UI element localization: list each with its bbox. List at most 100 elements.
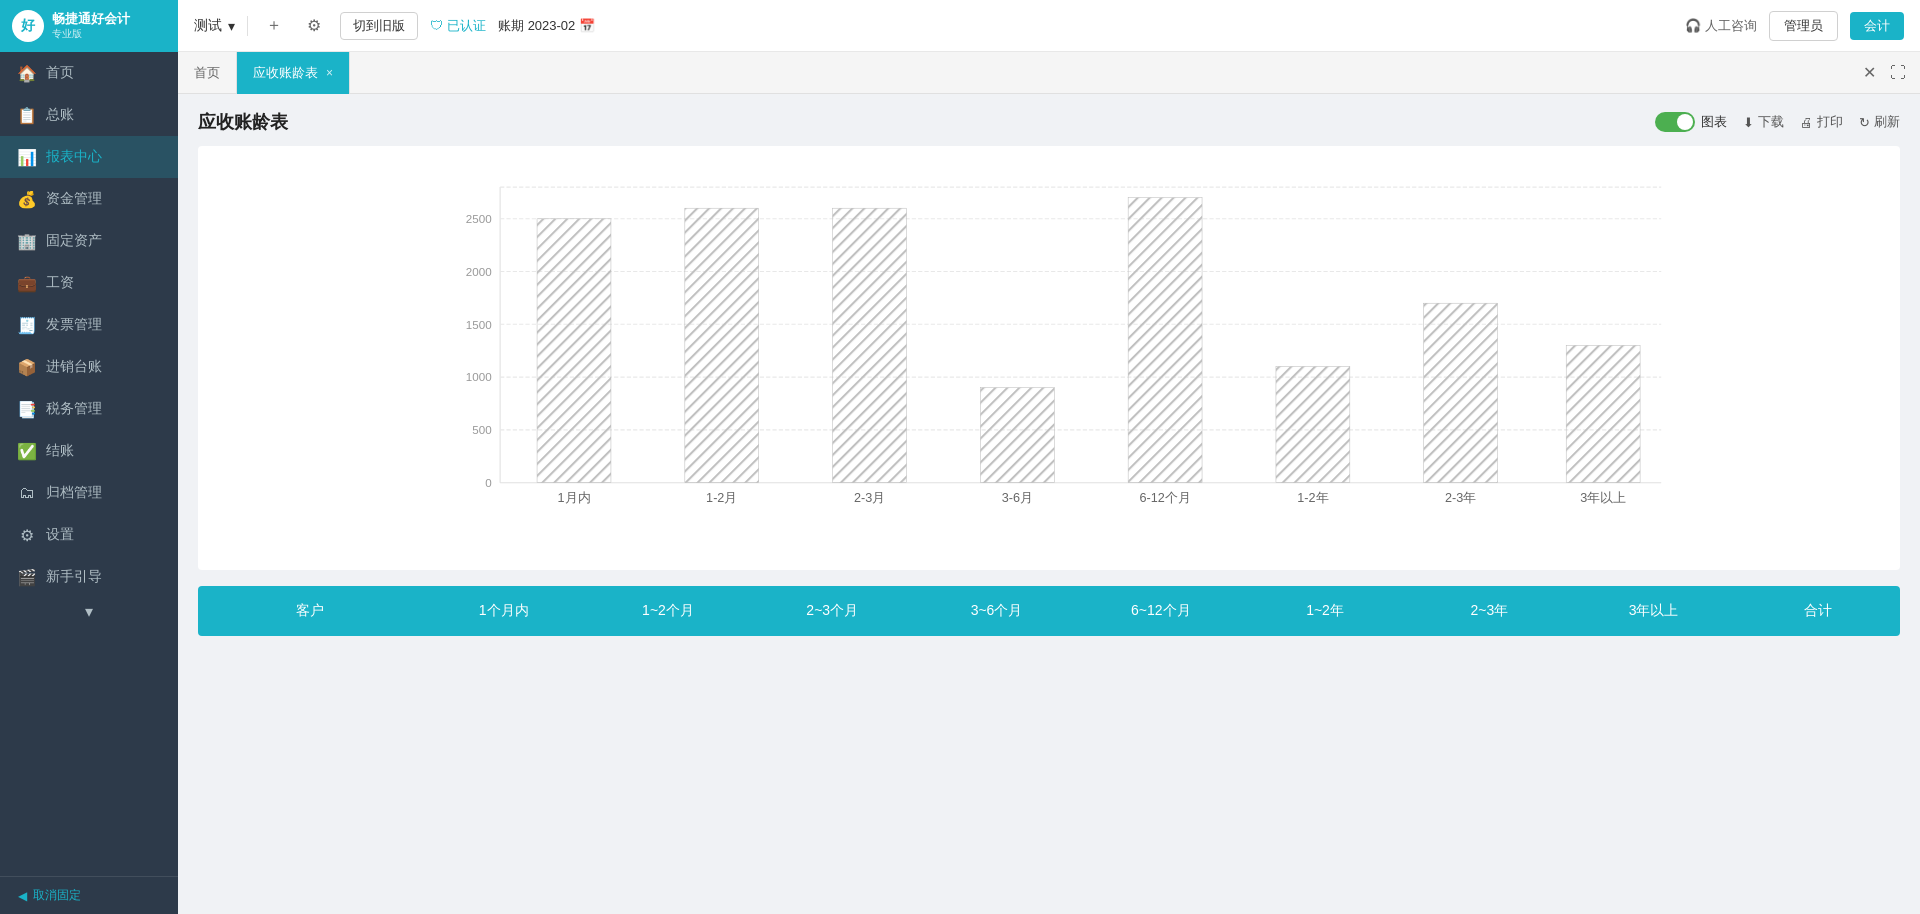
page-header: 应收账龄表 图表 ⬇ 下载 🖨 打印 ↻ 刷新 [198,110,1900,134]
sidebar-item-label: 进销台账 [46,358,102,376]
svg-text:2500: 2500 [466,212,492,225]
bar-3-6月 [980,388,1054,483]
archive-icon: 🗂 [18,484,36,502]
tabs-actions: ✕ ⛶ [1859,59,1920,86]
pin-icon: ◀ [18,889,27,903]
sidebar-item-settings[interactable]: ⚙ 设置 [0,514,178,556]
table-header-0: 客户 [198,586,422,636]
sidebar-item-ledger[interactable]: 📋 总账 [0,94,178,136]
sidebar-item-label: 发票管理 [46,316,102,334]
app-logo-icon: 好 [12,10,44,42]
tabs-bar: 首页 应收账龄表 × ✕ ⛶ [178,52,1920,94]
sidebar-item-reports[interactable]: 📊 报表中心 [0,136,178,178]
page-title: 应收账龄表 [198,110,288,134]
add-button[interactable]: ＋ [260,12,288,40]
svg-text:2000: 2000 [466,265,492,278]
sidebar-item-label: 新手引导 [46,568,102,586]
app-name: 畅捷通好会计 [52,11,130,28]
bar-chart: 0 500 1000 1500 2000 2500 1月内 1-2月 [218,166,1880,546]
home-icon: 🏠 [18,64,36,82]
table-header-3: 2~3个月 [750,586,914,636]
table-header-5: 6~12个月 [1079,586,1243,636]
sidebar-item-assets[interactable]: 🏢 固定资产 [0,220,178,262]
table-header-1: 1个月内 [422,586,586,636]
print-button[interactable]: 🖨 打印 [1800,113,1843,131]
page-content: 应收账龄表 图表 ⬇ 下载 🖨 打印 ↻ 刷新 [178,94,1920,914]
app-name-block: 畅捷通好会计 专业版 [52,11,130,42]
table-header-6: 1~2年 [1243,586,1407,636]
sidebar-item-label: 固定资产 [46,232,102,250]
payroll-icon: 💼 [18,274,36,292]
customer-service-button[interactable]: 🎧 人工咨询 [1685,17,1757,35]
chart-toggle[interactable] [1655,112,1695,132]
chevron-down-icon: ▾ [228,18,235,34]
sidebar-item-label: 首页 [46,64,74,82]
role-button[interactable]: 会计 [1850,12,1904,40]
page-actions: 图表 ⬇ 下载 🖨 打印 ↻ 刷新 [1655,112,1900,132]
sidebar-item-label: 结账 [46,442,74,460]
bar-1-2月 [685,208,759,482]
main-area: 测试 ▾ ＋ ⚙ 切到旧版 🛡 已认证 账期 2023-02 📅 🎧 人工咨询 … [178,0,1920,914]
switch-old-version-button[interactable]: 切到旧版 [340,12,418,40]
bar-2-3年 [1424,303,1498,482]
svg-text:500: 500 [472,423,491,436]
sidebar-item-label: 设置 [46,526,74,544]
close-panel-icon[interactable]: ✕ [1859,59,1880,86]
tab-aging-report[interactable]: 应收账龄表 × [237,52,350,94]
svg-text:6-12个月: 6-12个月 [1139,491,1190,505]
sidebar-item-tax[interactable]: 📑 税务管理 [0,388,178,430]
table-header-2: 1~2个月 [586,586,750,636]
table-header-8: 3年以上 [1571,586,1735,636]
sidebar-item-label: 归档管理 [46,484,102,502]
svg-text:1000: 1000 [466,370,492,383]
table-header-9: 合计 [1736,586,1900,636]
certified-badge: 🛡 已认证 [430,17,486,35]
sidebar-item-label: 工资 [46,274,74,292]
project-selector[interactable]: 测试 ▾ [194,17,235,35]
tab-close-icon[interactable]: × [326,66,333,80]
assets-icon: 🏢 [18,232,36,250]
tab-home[interactable]: 首页 [178,52,237,94]
topbar: 测试 ▾ ＋ ⚙ 切到旧版 🛡 已认证 账期 2023-02 📅 🎧 人工咨询 … [178,0,1920,52]
sidebar-item-home[interactable]: 🏠 首页 [0,52,178,94]
svg-text:2-3月: 2-3月 [854,491,885,505]
admin-button[interactable]: 管理员 [1769,11,1838,41]
tax-icon: 📑 [18,400,36,418]
closing-icon: ✅ [18,442,36,460]
settings-icon[interactable]: ⚙ [300,12,328,40]
refresh-icon: ↻ [1859,115,1870,130]
cancel-fixed-button[interactable]: ◀ 取消固定 [0,876,178,914]
calendar-icon[interactable]: 📅 [579,18,595,33]
bar-3年以上 [1566,345,1640,482]
svg-text:2-3年: 2-3年 [1445,491,1476,505]
expand-icon[interactable]: ⛶ [1886,60,1910,86]
period-info: 账期 2023-02 📅 [498,17,595,35]
sidebar: 好 畅捷通好会计 专业版 🏠 首页 📋 总账 📊 报表中心 💰 资金管理 🏢 固… [0,0,178,914]
sidebar-item-closing[interactable]: ✅ 结账 [0,430,178,472]
svg-text:0: 0 [485,476,491,489]
sidebar-item-funds[interactable]: 💰 资金管理 [0,178,178,220]
funds-icon: 💰 [18,190,36,208]
table-header-7: 2~3年 [1407,586,1571,636]
download-icon: ⬇ [1743,115,1754,130]
sidebar-nav: 🏠 首页 📋 总账 📊 报表中心 💰 资金管理 🏢 固定资产 💼 工资 🧾 发票… [0,52,178,876]
guide-icon: 🎬 [18,568,36,586]
sidebar-item-archive[interactable]: 🗂 归档管理 [0,472,178,514]
refresh-button[interactable]: ↻ 刷新 [1859,113,1900,131]
sidebar-item-label: 总账 [46,106,74,124]
sidebar-item-label: 税务管理 [46,400,102,418]
invoice-icon: 🧾 [18,316,36,334]
svg-text:1-2月: 1-2月 [706,491,737,505]
sidebar-item-invoice[interactable]: 🧾 发票管理 [0,304,178,346]
sidebar-item-label: 报表中心 [46,148,102,166]
reports-icon: 📊 [18,148,36,166]
sidebar-item-guide[interactable]: 🎬 新手引导 [0,556,178,598]
svg-text:1月内: 1月内 [557,491,590,505]
topbar-right: 🎧 人工咨询 管理员 会计 [1685,11,1904,41]
sidebar-item-inventory[interactable]: 📦 进销台账 [0,346,178,388]
sidebar-item-payroll[interactable]: 💼 工资 [0,262,178,304]
sidebar-scroll-down[interactable]: ▾ [0,598,178,625]
download-button[interactable]: ⬇ 下载 [1743,113,1784,131]
chart-container: 0 500 1000 1500 2000 2500 1月内 1-2月 [198,146,1900,570]
table-header-4: 3~6个月 [914,586,1078,636]
